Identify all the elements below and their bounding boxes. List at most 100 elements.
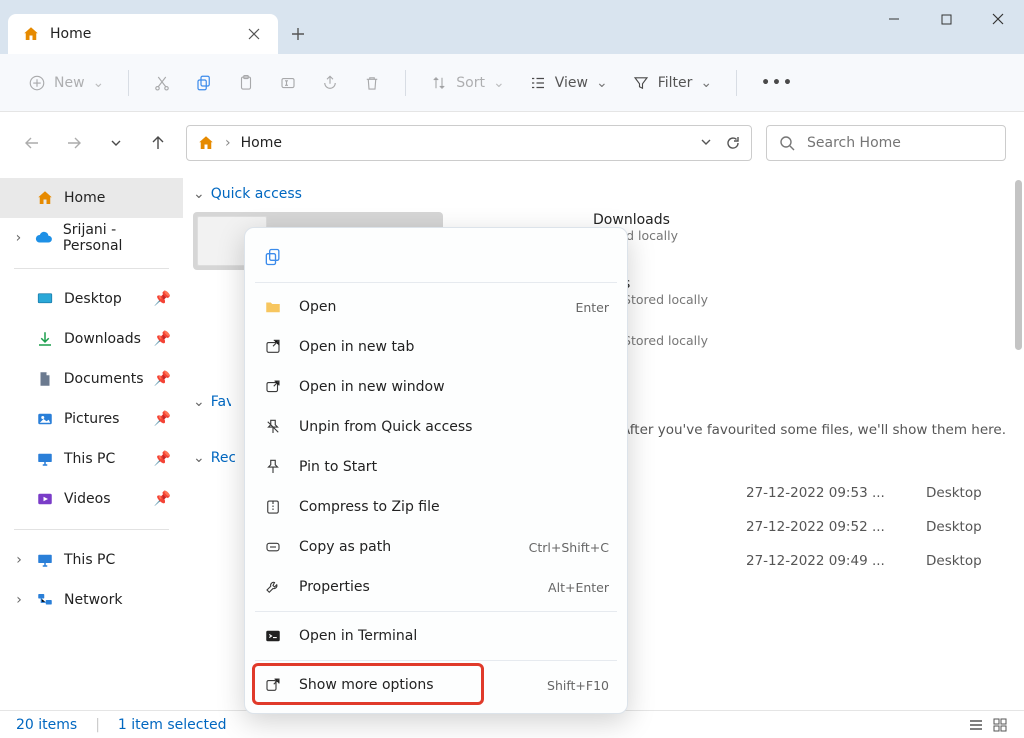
up-button[interactable] bbox=[144, 129, 172, 157]
quick-access-item[interactable]: DownloadsStored locally bbox=[593, 212, 843, 243]
context-unpin[interactable]: Unpin from Quick access bbox=[245, 407, 627, 447]
context-open-new-window[interactable]: Open in new window bbox=[245, 367, 627, 407]
sidebar-item-label: Srijani - Personal bbox=[63, 222, 171, 254]
sidebar-item-network[interactable]: › Network bbox=[0, 580, 183, 620]
address-bar[interactable]: › Home bbox=[186, 125, 752, 161]
chevron-down-icon[interactable] bbox=[699, 135, 713, 151]
copy-path-icon bbox=[263, 538, 283, 556]
view-button[interactable]: View ⌄ bbox=[519, 64, 618, 102]
chevron-right-icon[interactable]: › bbox=[12, 552, 26, 568]
minimize-button[interactable] bbox=[868, 0, 920, 38]
scrollbar[interactable] bbox=[1010, 180, 1022, 700]
context-label: Copy as path bbox=[299, 539, 391, 555]
sidebar-item-videos[interactable]: Videos 📌 bbox=[0, 479, 183, 519]
pictures-icon bbox=[36, 410, 54, 428]
sidebar-item-label: Desktop bbox=[64, 291, 122, 307]
home-icon bbox=[36, 189, 54, 207]
window-controls bbox=[868, 0, 1024, 38]
scrollbar-thumb[interactable] bbox=[1015, 180, 1022, 350]
context-menu: OpenEnter Open in new tab Open in new wi… bbox=[244, 227, 628, 714]
more-button[interactable]: ••• bbox=[751, 64, 804, 102]
quick-access-item[interactable]: Stored locally bbox=[623, 333, 873, 348]
home-icon bbox=[197, 134, 215, 152]
search-box[interactable] bbox=[766, 125, 1006, 161]
close-tab-icon[interactable] bbox=[244, 24, 264, 44]
document-icon bbox=[36, 370, 54, 388]
chevron-down-icon: ⌄ bbox=[193, 186, 205, 202]
separator bbox=[736, 70, 737, 96]
copy-icon[interactable] bbox=[263, 247, 283, 267]
chevron-down-icon: ⌄ bbox=[193, 450, 205, 466]
separator bbox=[128, 70, 129, 96]
back-button[interactable] bbox=[18, 129, 46, 157]
chevron-right-icon[interactable]: › bbox=[12, 592, 26, 608]
forward-button[interactable] bbox=[60, 129, 88, 157]
pin-icon[interactable]: 📌 bbox=[154, 491, 171, 507]
context-open-new-tab[interactable]: Open in new tab bbox=[245, 327, 627, 367]
context-show-more[interactable]: Show more optionsShift+F10 bbox=[245, 665, 627, 705]
sidebar-item-thispc2[interactable]: › This PC bbox=[0, 540, 183, 580]
sidebar-item-desktop[interactable]: Desktop 📌 bbox=[0, 279, 183, 319]
details-view-icon[interactable] bbox=[968, 717, 984, 733]
new-button[interactable]: New ⌄ bbox=[18, 64, 114, 102]
qa-subtitle: Stored locally bbox=[623, 333, 708, 348]
pin-icon[interactable]: 📌 bbox=[154, 291, 171, 307]
sidebar-item-label: Network bbox=[64, 592, 122, 608]
maximize-button[interactable] bbox=[920, 0, 972, 38]
chevron-down-icon: ⌄ bbox=[193, 394, 205, 410]
context-label: Open in new window bbox=[299, 379, 445, 395]
cut-button[interactable] bbox=[143, 64, 181, 102]
pin-icon[interactable]: 📌 bbox=[154, 451, 171, 467]
search-icon bbox=[779, 135, 795, 151]
sidebar-item-home[interactable]: Home bbox=[0, 178, 183, 218]
sidebar-item-label: Videos bbox=[64, 491, 111, 507]
new-window-icon bbox=[263, 378, 283, 396]
folder-icon bbox=[263, 298, 283, 316]
rename-button[interactable] bbox=[269, 64, 307, 102]
sidebar-item-thispc[interactable]: This PC 📌 bbox=[0, 439, 183, 479]
context-terminal[interactable]: Open in Terminal bbox=[245, 616, 627, 656]
copy-button[interactable] bbox=[185, 64, 223, 102]
context-properties[interactable]: PropertiesAlt+Enter bbox=[245, 567, 627, 607]
pin-icon[interactable]: 📌 bbox=[154, 331, 171, 347]
search-input[interactable] bbox=[805, 134, 993, 152]
close-window-button[interactable] bbox=[972, 0, 1024, 38]
context-label: Properties bbox=[299, 579, 370, 595]
section-quick-access[interactable]: ⌄Quick access bbox=[193, 186, 1006, 202]
recent-locations-button[interactable] bbox=[102, 129, 130, 157]
sidebar-item-downloads[interactable]: Downloads📌 bbox=[0, 319, 183, 359]
item-count: 20 items bbox=[16, 717, 77, 733]
window-tab[interactable]: Home bbox=[8, 14, 278, 54]
pin-icon[interactable]: 📌 bbox=[154, 411, 171, 427]
section-label: Favourites bbox=[211, 394, 231, 410]
delete-button[interactable] bbox=[353, 64, 391, 102]
chevron-down-icon: ⌄ bbox=[93, 75, 105, 91]
context-mini-toolbar bbox=[245, 236, 627, 278]
filter-button[interactable]: Filter ⌄ bbox=[622, 64, 722, 102]
context-copy-path[interactable]: Copy as pathCtrl+Shift+C bbox=[245, 527, 627, 567]
sidebar-item-label: This PC bbox=[64, 552, 115, 568]
separator bbox=[14, 268, 169, 269]
refresh-icon[interactable] bbox=[725, 135, 741, 151]
separator bbox=[255, 611, 617, 612]
chevron-right-icon[interactable]: › bbox=[12, 230, 25, 246]
context-open[interactable]: OpenEnter bbox=[245, 287, 627, 327]
sidebar-item-label: This PC bbox=[64, 451, 115, 467]
separator bbox=[255, 282, 617, 283]
share-button[interactable] bbox=[311, 64, 349, 102]
quick-access-item[interactable]: sStored locally bbox=[623, 276, 873, 307]
context-label: Show more options bbox=[299, 677, 434, 693]
pin-icon[interactable]: 📌 bbox=[154, 371, 171, 387]
context-zip[interactable]: Compress to Zip file bbox=[245, 487, 627, 527]
sort-button[interactable]: Sort ⌄ bbox=[420, 64, 514, 102]
context-pin-start[interactable]: Pin to Start bbox=[245, 447, 627, 487]
paste-button[interactable] bbox=[227, 64, 265, 102]
sidebar-item-onedrive[interactable]: › Srijani - Personal bbox=[0, 218, 183, 258]
sidebar-item-documents[interactable]: Documents📌 bbox=[0, 359, 183, 399]
sidebar-item-pictures[interactable]: Pictures📌 bbox=[0, 399, 183, 439]
recent-date: 27-12-2022 09:53 ... bbox=[746, 485, 896, 501]
shortcut: Enter bbox=[575, 300, 609, 315]
thumbnails-view-icon[interactable] bbox=[992, 717, 1008, 733]
breadcrumb-home[interactable]: Home bbox=[241, 135, 282, 151]
new-tab-button[interactable] bbox=[278, 14, 318, 54]
